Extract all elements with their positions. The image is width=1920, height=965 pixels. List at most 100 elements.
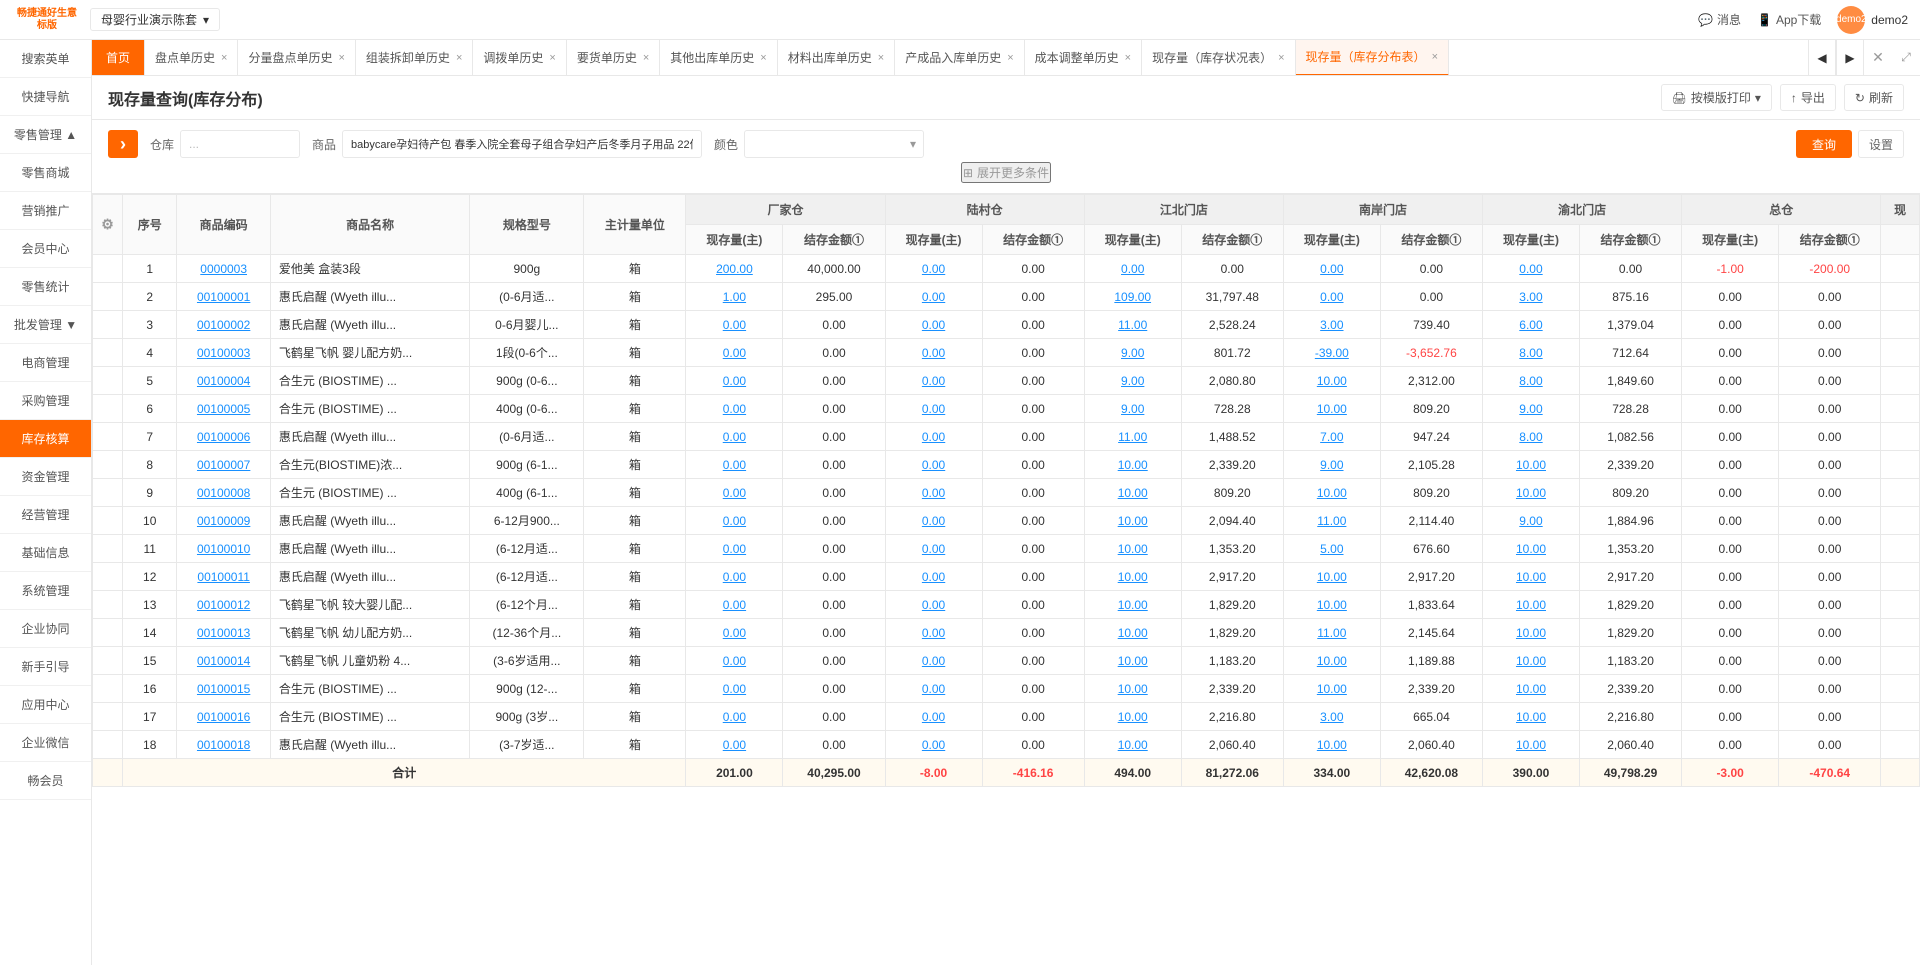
tab-close-icon2[interactable]: × <box>338 52 344 64</box>
query-button[interactable]: 查询 <box>1796 130 1852 158</box>
tab-transfer-label: 调拨单历史 <box>483 49 543 66</box>
cell-w2-qty: 0.00 <box>885 423 982 451</box>
settings-button[interactable]: 设置 <box>1858 130 1904 158</box>
sidebar-item-quicknav[interactable]: 快捷导航 <box>0 78 91 116</box>
sidebar-item-ecommerce[interactable]: 电商管理 <box>0 344 91 382</box>
cell-w3-amt: 2,080.80 <box>1181 367 1283 395</box>
tab-stock-status[interactable]: 现存量（库存状况表） × <box>1142 40 1295 76</box>
cell-w3-amt: 1,829.20 <box>1181 619 1283 647</box>
sidebar-item-basics[interactable]: 基础信息 <box>0 534 91 572</box>
goods-input[interactable] <box>342 130 702 158</box>
sidebar-item-retail-mgmt[interactable]: 零售管理 ▲ <box>0 116 91 154</box>
tab-close-icon4[interactable]: × <box>549 52 555 64</box>
cell-settings <box>93 283 123 311</box>
sum-settings <box>93 759 123 787</box>
sidebar-item-appscenter[interactable]: 应用中心 <box>0 686 91 724</box>
tab-close-icon6[interactable]: × <box>760 52 766 64</box>
cell-w4-qty: 10.00 <box>1283 675 1380 703</box>
tab-cost-adjust[interactable]: 成本调整单历史 × <box>1025 40 1142 76</box>
refresh-btn[interactable]: ↻ 刷新 <box>1844 84 1904 111</box>
th-w5-amt: 结存金额① <box>1579 225 1681 255</box>
warehouse-input[interactable] <box>180 130 300 158</box>
sidebar-item-collab[interactable]: 企业协同 <box>0 610 91 648</box>
sidebar-item-wholesale[interactable]: 批发管理 ▼ <box>0 306 91 344</box>
tab-other-out[interactable]: 其他出库单历史 × <box>660 40 777 76</box>
cell-w2-qty: 0.00 <box>885 703 982 731</box>
cell-w1-amt: 0.00 <box>783 451 885 479</box>
tab-inventory-count[interactable]: 盘点单历史 × <box>145 40 238 76</box>
user-area[interactable]: demo2 demo2 <box>1837 6 1908 34</box>
cell-w3-amt: 0.00 <box>1181 255 1283 283</box>
cell-w4-amt: 1,833.64 <box>1380 591 1482 619</box>
cell-w1-amt: 0.00 <box>783 311 885 339</box>
tab-close-icon[interactable]: × <box>221 52 227 64</box>
tab-close-all-btn[interactable]: ✕ <box>1864 40 1892 76</box>
filter-expand-icon[interactable]: › <box>108 130 138 158</box>
sidebar-item-wechat[interactable]: 企业微信 <box>0 724 91 762</box>
tab-prev-btn[interactable]: ◀ <box>1808 40 1836 76</box>
tab-close-icon5[interactable]: × <box>643 52 649 64</box>
avatar: demo2 <box>1837 6 1865 34</box>
expand-conditions-btn[interactable]: ⊞ 展开更多条件 <box>961 162 1051 183</box>
tab-close-icon10[interactable]: × <box>1278 52 1284 64</box>
cell-w4-qty: 10.00 <box>1283 647 1380 675</box>
color-label: 颜色 <box>714 136 738 153</box>
sum-w4-amt: 42,620.08 <box>1380 759 1482 787</box>
sidebar-item-retail-mall[interactable]: 零售商城 <box>0 154 91 192</box>
sidebar-item-marketing[interactable]: 营销推广 <box>0 192 91 230</box>
cell-settings <box>93 255 123 283</box>
cell-cur <box>1881 507 1920 535</box>
sidebar-item-search[interactable]: 搜索英单 <box>0 40 91 78</box>
cell-t-qty: 0.00 <box>1682 591 1779 619</box>
sidebar-item-retail-stats[interactable]: 零售统计 <box>0 268 91 306</box>
tab-close-icon11[interactable]: × <box>1432 51 1438 63</box>
sidebar-item-inventory[interactable]: 库存核算 <box>0 420 91 458</box>
color-input[interactable] <box>744 130 924 158</box>
sidebar-item-system[interactable]: 系统管理 <box>0 572 91 610</box>
tab-close-icon3[interactable]: × <box>456 52 462 64</box>
cell-w3-amt: 2,339.20 <box>1181 451 1283 479</box>
cell-spec: (0-6月适... <box>470 423 584 451</box>
table-row: 15 00100014 飞鹤星飞帆 儿童奶粉 4... (3-6岁适用... 箱… <box>93 647 1920 675</box>
app-download-btn[interactable]: 📱 App下载 <box>1757 11 1821 28</box>
cell-w2-qty: 0.00 <box>885 283 982 311</box>
main-table: ⚙ 序号 商品编码 商品名称 规格型号 主计量单位 厂家仓 陆村仓 江北门店 南… <box>92 194 1920 787</box>
sidebar-label-search: 搜索英单 <box>21 52 69 66</box>
tab-stock-dist[interactable]: 现存量（库存分布表） × <box>1296 40 1449 76</box>
print-btn[interactable]: 🖨 按模版打印 ▾ <box>1661 84 1772 111</box>
sum-w4-qty: 334.00 <box>1283 759 1380 787</box>
sidebar-item-purchase[interactable]: 采购管理 <box>0 382 91 420</box>
sidebar-item-finance[interactable]: 资金管理 <box>0 458 91 496</box>
sidebar-item-vip[interactable]: 畅会员 <box>0 762 91 800</box>
cell-name: 惠氏启醒 (Wyeth illu... <box>270 311 470 339</box>
cell-settings <box>93 339 123 367</box>
cell-w5-qty: 10.00 <box>1483 703 1580 731</box>
cell-w5-amt: 2,060.40 <box>1579 731 1681 759</box>
sidebar-item-member[interactable]: 会员中心 <box>0 230 91 268</box>
tab-home[interactable]: 首页 <box>92 40 145 76</box>
tab-material-out[interactable]: 材料出库单历史 × <box>778 40 895 76</box>
tab-requisition[interactable]: 要货单历史 × <box>567 40 660 76</box>
tab-transfer[interactable]: 调拨单历史 × <box>473 40 566 76</box>
cell-t-amt: 0.00 <box>1779 675 1881 703</box>
tab-partial-count[interactable]: 分量盘点单历史 × <box>238 40 355 76</box>
sidebar-item-business[interactable]: 经营管理 <box>0 496 91 534</box>
settings-icon[interactable]: ⚙ <box>101 216 114 232</box>
tab-close-icon7[interactable]: × <box>878 52 884 64</box>
cell-t-qty: 0.00 <box>1682 703 1779 731</box>
industry-selector[interactable]: 母婴行业演示陈套 ▾ <box>90 8 220 31</box>
message-btn[interactable]: 💬 消息 <box>1698 11 1741 28</box>
tab-close-icon9[interactable]: × <box>1125 52 1131 64</box>
export-btn[interactable]: ↑ 导出 <box>1780 84 1836 111</box>
table-row: 18 00100018 惠氏启醒 (Wyeth illu... (3-7岁适..… <box>93 731 1920 759</box>
sidebar-item-guide[interactable]: 新手引导 <box>0 648 91 686</box>
tab-product-in[interactable]: 产成品入库单历史 × <box>895 40 1024 76</box>
tab-expand-btn[interactable]: ⤢ <box>1892 40 1920 76</box>
tab-next-btn[interactable]: ▶ <box>1836 40 1864 76</box>
cell-unit: 箱 <box>584 423 686 451</box>
cell-t-qty: 0.00 <box>1682 675 1779 703</box>
tab-close-icon8[interactable]: × <box>1007 52 1013 64</box>
cell-t-qty: 0.00 <box>1682 731 1779 759</box>
tab-assembly[interactable]: 组装拆卸单历史 × <box>356 40 473 76</box>
sidebar-label-basics: 基础信息 <box>21 546 69 560</box>
